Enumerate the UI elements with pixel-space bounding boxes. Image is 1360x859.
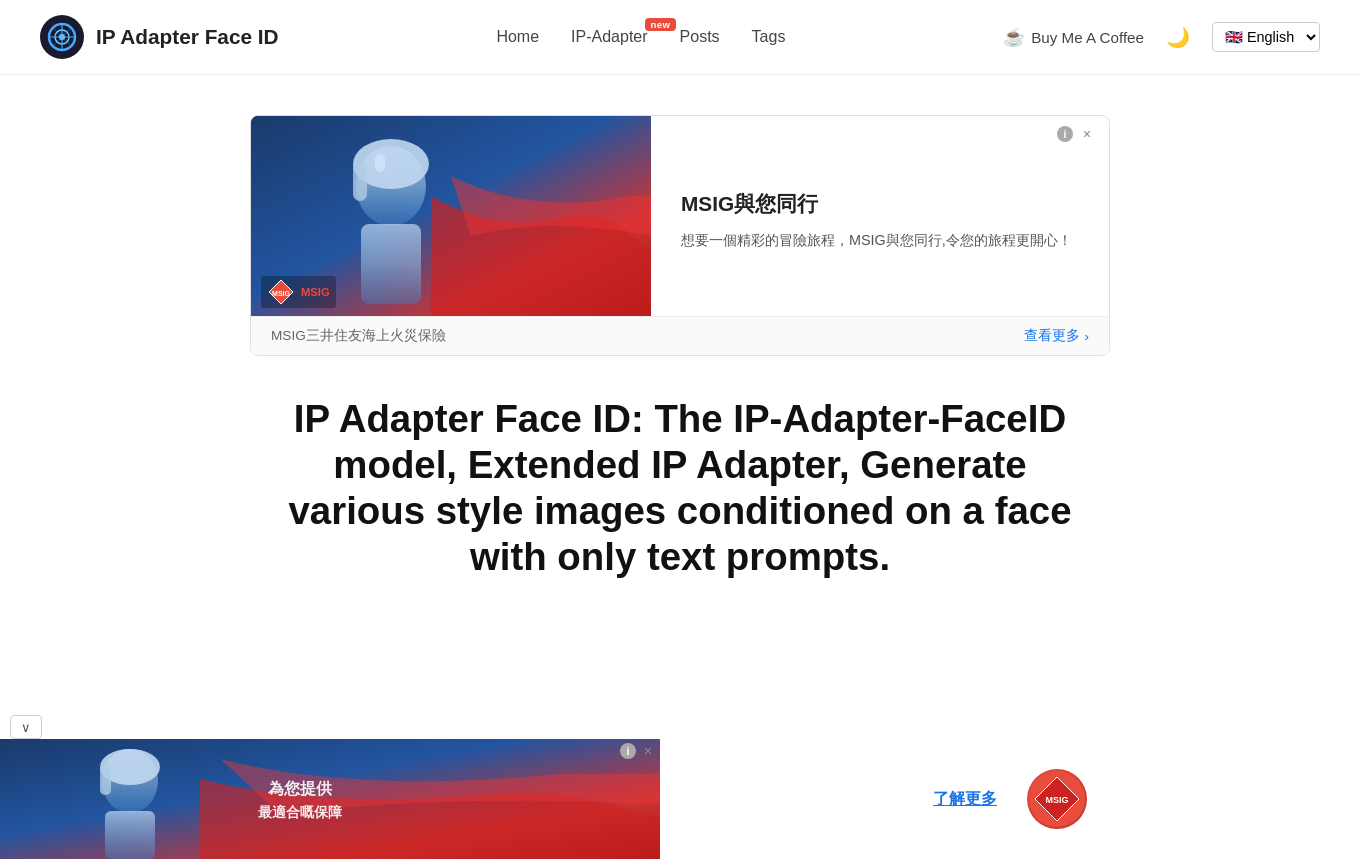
- ad-brand-label: MSIG MSIG: [261, 276, 336, 308]
- ad-headline: MSIG與您同行: [681, 190, 1079, 218]
- svg-rect-9: [361, 224, 421, 304]
- navbar: IP Adapter Face ID Home IP-Adapter new P…: [0, 0, 1360, 75]
- buy-coffee-link[interactable]: ☕ Buy Me A Coffee: [1003, 27, 1144, 48]
- nav-posts[interactable]: Posts: [680, 28, 720, 46]
- nav-tags[interactable]: Tags: [752, 28, 786, 46]
- logo-icon: [47, 22, 77, 52]
- site-logo-link[interactable]: IP Adapter Face ID: [40, 15, 279, 59]
- site-title: IP Adapter Face ID: [96, 25, 279, 49]
- msig-logo: MSIG MSIG: [267, 278, 330, 306]
- svg-text:MSIG: MSIG: [272, 290, 290, 297]
- language-select[interactable]: 🇬🇧 English 中文 日本語 한국어: [1212, 22, 1320, 52]
- ad-footer-cta[interactable]: 查看更多 ›: [1024, 327, 1089, 345]
- ad-content: MSIG MSIG MSIG與您同行 想要一個精彩的冒險旅程，MSIG與您同行,…: [251, 116, 1109, 316]
- coffee-icon: ☕: [1003, 27, 1025, 48]
- chevron-right-icon: ›: [1084, 329, 1089, 344]
- ad-info-icon[interactable]: i: [1057, 126, 1073, 142]
- ad-controls: i ×: [1049, 122, 1103, 146]
- nav-ip-adapter[interactable]: IP-Adapter new: [571, 28, 647, 46]
- svg-rect-12: [375, 154, 385, 172]
- ad-footer-brand: MSIG三井住友海上火災保險: [271, 327, 446, 345]
- site-logo: [40, 15, 84, 59]
- ad-footer: MSIG三井住友海上火災保險 查看更多 ›: [251, 316, 1109, 355]
- ad-body: 想要一個精彩的冒險旅程，MSIG與您同行,令您的旅程更開心！: [681, 230, 1079, 252]
- nav-right: ☕ Buy Me A Coffee 🌙 🇬🇧 English 中文 日本語 한국…: [1003, 22, 1320, 53]
- moon-icon: 🌙: [1166, 26, 1190, 49]
- ad-close-icon[interactable]: ×: [1079, 126, 1095, 142]
- ad-banner-1: i ×: [250, 115, 1110, 356]
- buy-coffee-label: Buy Me A Coffee: [1031, 29, 1144, 46]
- ad-image: MSIG MSIG: [251, 116, 651, 316]
- dark-mode-toggle[interactable]: 🌙: [1162, 22, 1194, 53]
- main-content: i ×: [230, 75, 1130, 650]
- article-heading: IP Adapter Face ID: The IP-Adapter-FaceI…: [250, 396, 1110, 580]
- svg-rect-11: [353, 161, 367, 201]
- new-badge: new: [645, 18, 675, 31]
- nav-home[interactable]: Home: [496, 28, 539, 46]
- ad-text: MSIG與您同行 想要一個精彩的冒險旅程，MSIG與您同行,令您的旅程更開心！: [651, 116, 1109, 316]
- msig-diamond-icon: MSIG: [267, 278, 295, 306]
- nav-links: Home IP-Adapter new Posts Tags: [496, 28, 785, 46]
